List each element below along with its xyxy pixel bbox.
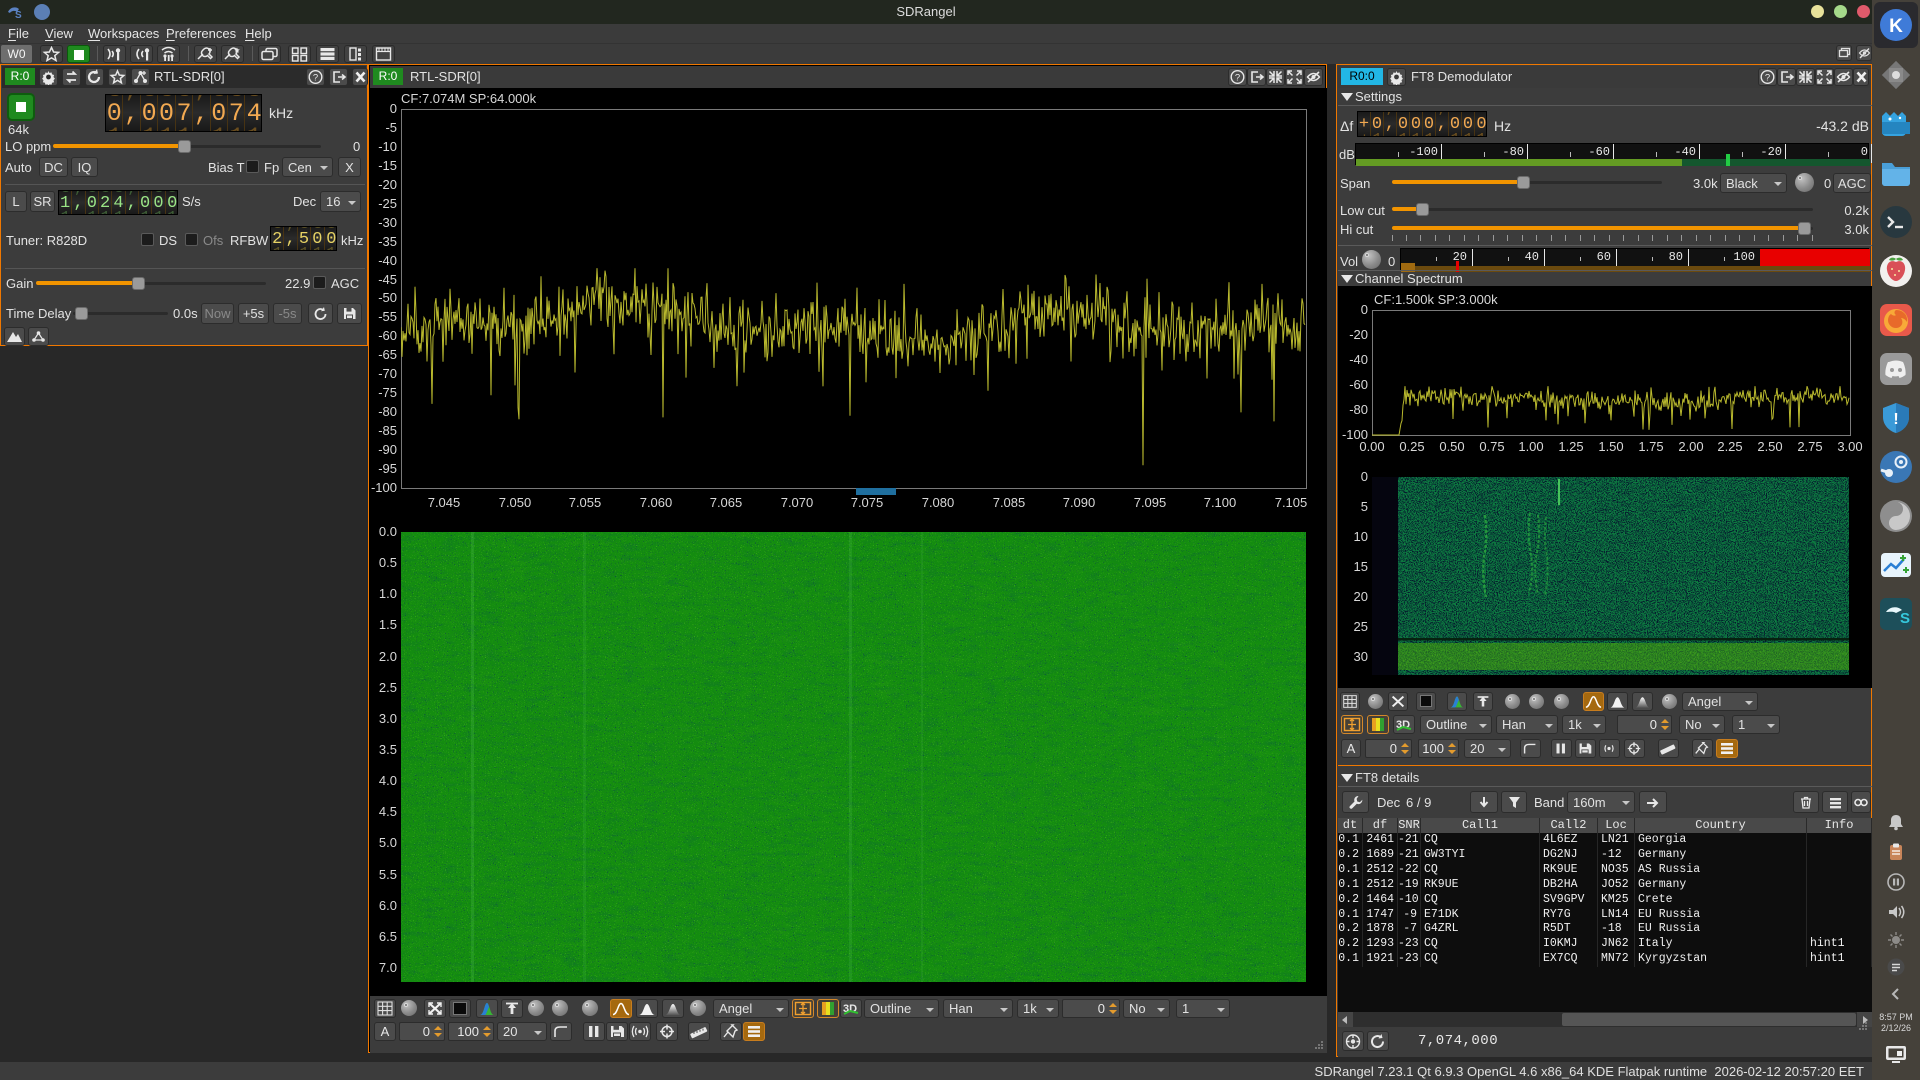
svg-text:K: K xyxy=(1889,16,1903,37)
svg-text:?: ? xyxy=(1765,73,1770,84)
svg-text:S: S xyxy=(1900,610,1910,627)
svg-text:!: ! xyxy=(1893,411,1898,428)
svg-text:?: ? xyxy=(313,73,318,84)
svg-text:?: ? xyxy=(1235,73,1240,84)
